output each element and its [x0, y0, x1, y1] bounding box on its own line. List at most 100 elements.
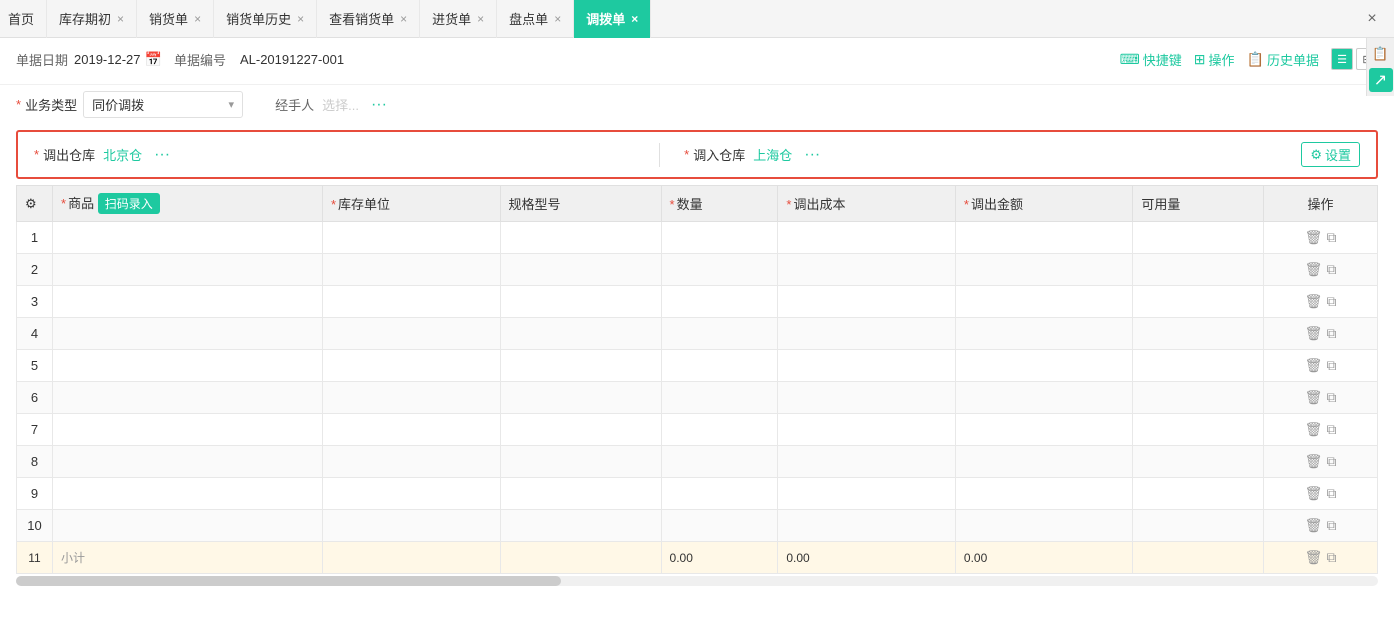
spec-cell-5[interactable] [500, 350, 661, 382]
tab-close-sales-order[interactable]: × [194, 12, 201, 26]
unit-cell-10[interactable] [322, 510, 500, 542]
copy-icon-5[interactable]: ⧉ [1326, 357, 1336, 374]
th-settings[interactable]: ⚙ [17, 186, 53, 222]
product-cell-3[interactable] [53, 286, 323, 318]
biz-type-select[interactable]: 同价调拨 ▾ [83, 91, 243, 118]
sidebar-export-icon[interactable]: ↗ [1369, 68, 1393, 92]
spec-cell-9[interactable] [500, 478, 661, 510]
delete-icon-11[interactable]: 🗑 [1305, 549, 1323, 566]
delete-icon-6[interactable]: 🗑 [1305, 389, 1323, 406]
copy-icon-3[interactable]: ⧉ [1326, 293, 1336, 310]
unit-cell-6[interactable] [322, 382, 500, 414]
window-close-button[interactable]: × [1358, 5, 1386, 33]
copy-icon-2[interactable]: ⧉ [1326, 261, 1336, 278]
delete-icon-8[interactable]: 🗑 [1305, 453, 1323, 470]
tab-sales-history[interactable]: 销货单历史 × [214, 0, 317, 38]
amount-cell-5[interactable] [955, 350, 1133, 382]
qty-cell-10[interactable] [661, 510, 778, 542]
cost-cell-4[interactable] [778, 318, 956, 350]
product-cell-9[interactable] [53, 478, 323, 510]
product-cell-1[interactable] [53, 222, 323, 254]
unit-cell-2[interactable] [322, 254, 500, 286]
copy-icon-10[interactable]: ⧉ [1326, 517, 1336, 534]
product-cell-2[interactable] [53, 254, 323, 286]
person-more-icon[interactable]: ··· [371, 96, 387, 114]
tab-view-sales[interactable]: 查看销货单 × [317, 0, 420, 38]
unit-cell-4[interactable] [322, 318, 500, 350]
amount-cell-9[interactable] [955, 478, 1133, 510]
amount-cell-10[interactable] [955, 510, 1133, 542]
warehouse-in-value[interactable]: 上海仓 [753, 145, 792, 164]
history-btn[interactable]: 📋 历史单据 [1247, 50, 1319, 69]
delete-icon-2[interactable]: 🗑 [1305, 261, 1323, 278]
spec-cell-3[interactable] [500, 286, 661, 318]
layout-list-icon[interactable]: ☰ [1331, 48, 1353, 70]
spec-cell-4[interactable] [500, 318, 661, 350]
tab-inventory-count[interactable]: 盘点单 × [497, 0, 574, 38]
unit-cell-9[interactable] [322, 478, 500, 510]
horizontal-scrollbar[interactable] [16, 576, 1378, 586]
spec-cell-7[interactable] [500, 414, 661, 446]
tab-inventory-init[interactable]: 库存期初 × [47, 0, 137, 38]
copy-icon-8[interactable]: ⧉ [1326, 453, 1336, 470]
copy-icon-11[interactable]: ⧉ [1326, 549, 1336, 566]
tab-home[interactable]: 首页 [8, 0, 47, 38]
tab-transfer-order[interactable]: 调拨单 × [574, 0, 651, 38]
delete-icon-3[interactable]: 🗑 [1305, 293, 1323, 310]
qty-cell-1[interactable] [661, 222, 778, 254]
delete-icon-7[interactable]: 🗑 [1305, 421, 1323, 438]
warehouse-in-more-icon[interactable]: ··· [804, 146, 820, 164]
sidebar-note-icon[interactable]: 📋 [1369, 42, 1393, 66]
copy-icon-6[interactable]: ⧉ [1326, 389, 1336, 406]
amount-cell-8[interactable] [955, 446, 1133, 478]
copy-icon-7[interactable]: ⧉ [1326, 421, 1336, 438]
amount-cell-3[interactable] [955, 286, 1133, 318]
delete-icon-9[interactable]: 🗑 [1305, 485, 1323, 502]
qty-cell-9[interactable] [661, 478, 778, 510]
product-cell-8[interactable] [53, 446, 323, 478]
settings-button[interactable]: ⚙ 设置 [1301, 142, 1360, 167]
cost-cell-9[interactable] [778, 478, 956, 510]
amount-cell-6[interactable] [955, 382, 1133, 414]
tab-sales-order[interactable]: 销货单 × [137, 0, 214, 38]
unit-cell-3[interactable] [322, 286, 500, 318]
product-cell-4[interactable] [53, 318, 323, 350]
tab-purchase-order[interactable]: 进货单 × [420, 0, 497, 38]
amount-cell-7[interactable] [955, 414, 1133, 446]
spec-cell-8[interactable] [500, 446, 661, 478]
amount-cell-4[interactable] [955, 318, 1133, 350]
spec-cell-2[interactable] [500, 254, 661, 286]
qty-cell-2[interactable] [661, 254, 778, 286]
unit-cell-7[interactable] [322, 414, 500, 446]
delete-icon-5[interactable]: 🗑 [1305, 357, 1323, 374]
person-select[interactable]: 选择... [322, 95, 359, 114]
delete-icon-10[interactable]: 🗑 [1305, 517, 1323, 534]
product-cell-6[interactable] [53, 382, 323, 414]
cost-cell-5[interactable] [778, 350, 956, 382]
tab-close-view-sales[interactable]: × [400, 12, 407, 26]
warehouse-out-value[interactable]: 北京仓 [103, 145, 142, 164]
scan-entry-button[interactable]: 扫码录入 [98, 193, 160, 214]
warehouse-out-more-icon[interactable]: ··· [154, 146, 170, 164]
cost-cell-1[interactable] [778, 222, 956, 254]
qty-cell-4[interactable] [661, 318, 778, 350]
operation-btn[interactable]: ⊞ 操作 [1194, 50, 1235, 69]
copy-icon-9[interactable]: ⧉ [1326, 485, 1336, 502]
qty-cell-6[interactable] [661, 382, 778, 414]
delete-icon-4[interactable]: 🗑 [1305, 325, 1323, 342]
cost-cell-2[interactable] [778, 254, 956, 286]
spec-cell-10[interactable] [500, 510, 661, 542]
amount-cell-2[interactable] [955, 254, 1133, 286]
scrollbar-thumb[interactable] [16, 576, 561, 586]
copy-icon-1[interactable]: ⧉ [1326, 229, 1336, 246]
delete-icon-1[interactable]: 🗑 [1305, 229, 1323, 246]
qty-cell-8[interactable] [661, 446, 778, 478]
cost-cell-7[interactable] [778, 414, 956, 446]
amount-cell-1[interactable] [955, 222, 1133, 254]
product-cell-7[interactable] [53, 414, 323, 446]
unit-cell-5[interactable] [322, 350, 500, 382]
copy-icon-4[interactable]: ⧉ [1326, 325, 1336, 342]
unit-cell-1[interactable] [322, 222, 500, 254]
shortcut-btn[interactable]: ⌨ 快捷键 [1120, 50, 1182, 69]
product-cell-10[interactable] [53, 510, 323, 542]
